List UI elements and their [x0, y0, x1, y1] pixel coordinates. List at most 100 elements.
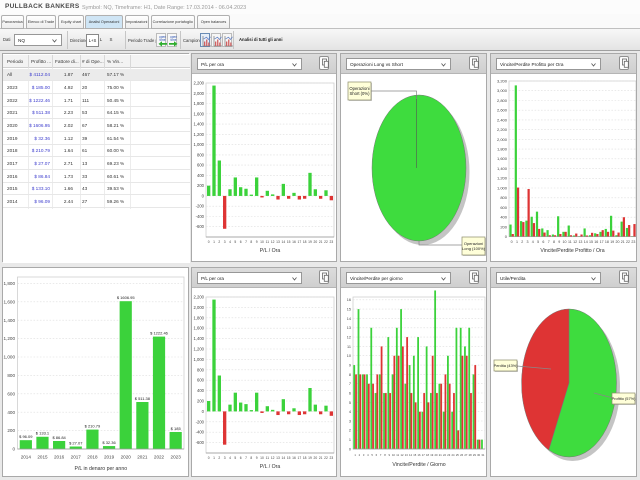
- svg-text:15: 15: [287, 456, 291, 460]
- svg-text:28: 28: [469, 453, 472, 457]
- svg-text:21: 21: [439, 453, 442, 457]
- svg-text:19: 19: [308, 456, 312, 460]
- svg-text:23: 23: [329, 240, 333, 244]
- svg-text:2018: 2018: [87, 455, 98, 460]
- svg-text:Vincite/Perdite Profitto / Ora: Vincite/Perdite Profitto / Ora: [540, 248, 604, 254]
- svg-text:1,200: 1,200: [497, 176, 508, 181]
- svg-text:-200: -200: [196, 204, 205, 209]
- svg-text:0: 0: [208, 240, 210, 244]
- svg-text:600: 600: [197, 163, 205, 168]
- svg-text:15: 15: [589, 240, 593, 244]
- svg-text:10: 10: [392, 453, 395, 457]
- svg-text:Short (0%): Short (0%): [349, 91, 370, 96]
- svg-text:200: 200: [500, 224, 507, 229]
- svg-text:2: 2: [359, 453, 361, 457]
- svg-text:1,400: 1,400: [497, 166, 508, 171]
- svg-text:0: 0: [202, 193, 205, 198]
- svg-text:4: 4: [367, 453, 369, 457]
- svg-text:0: 0: [202, 409, 205, 414]
- svg-text:13: 13: [347, 326, 351, 330]
- svg-text:7: 7: [380, 453, 382, 457]
- svg-text:15: 15: [347, 308, 351, 312]
- svg-text:$ 133.1: $ 133.1: [36, 431, 50, 436]
- svg-text:6: 6: [542, 240, 544, 244]
- svg-text:1: 1: [516, 240, 518, 244]
- svg-text:13: 13: [276, 456, 280, 460]
- svg-text:12: 12: [400, 453, 403, 457]
- svg-text:1: 1: [349, 438, 351, 442]
- svg-text:2015: 2015: [37, 455, 48, 460]
- svg-text:-400: -400: [196, 214, 205, 219]
- svg-text:time: time: [159, 38, 165, 42]
- svg-text:200: 200: [7, 428, 15, 433]
- svg-text:400: 400: [7, 410, 15, 415]
- svg-text:5: 5: [349, 401, 351, 405]
- svg-text:2,000: 2,000: [194, 305, 205, 310]
- svg-text:4: 4: [229, 240, 231, 244]
- svg-text:200: 200: [197, 399, 205, 404]
- svg-text:3: 3: [527, 240, 529, 244]
- svg-text:18: 18: [426, 453, 429, 457]
- svg-text:3: 3: [363, 453, 365, 457]
- svg-text:15: 15: [413, 453, 416, 457]
- svg-text:3,000: 3,000: [497, 88, 508, 93]
- svg-text:4: 4: [229, 456, 231, 460]
- svg-text:8: 8: [250, 240, 252, 244]
- svg-text:-600: -600: [196, 224, 205, 229]
- svg-text:20: 20: [435, 453, 438, 457]
- svg-text:1,000: 1,000: [497, 185, 508, 190]
- svg-text:2,200: 2,200: [194, 295, 205, 300]
- svg-text:9: 9: [388, 453, 390, 457]
- svg-text:5: 5: [234, 456, 236, 460]
- svg-text:3,200: 3,200: [497, 78, 508, 83]
- svg-text:2,200: 2,200: [194, 81, 205, 86]
- svg-text:1,600: 1,600: [194, 326, 205, 331]
- svg-text:P/L in denaro per anno: P/L in denaro per anno: [75, 466, 128, 472]
- svg-text:13: 13: [405, 453, 408, 457]
- svg-text:12: 12: [271, 456, 275, 460]
- svg-text:$ 511.38: $ 511.38: [135, 396, 151, 401]
- svg-text:800: 800: [197, 367, 205, 372]
- svg-text:2,200: 2,200: [497, 127, 508, 132]
- svg-text:14: 14: [281, 456, 285, 460]
- svg-text:11: 11: [347, 345, 351, 349]
- svg-text:400: 400: [197, 388, 205, 393]
- svg-text:22: 22: [324, 240, 328, 244]
- svg-text:1,600: 1,600: [4, 299, 16, 304]
- svg-text:1,200: 1,200: [4, 336, 16, 341]
- svg-text:2014: 2014: [21, 455, 32, 460]
- svg-text:11: 11: [266, 456, 270, 460]
- svg-text:3: 3: [224, 456, 226, 460]
- svg-text:5: 5: [537, 240, 539, 244]
- svg-text:17: 17: [600, 240, 604, 244]
- svg-text:2019: 2019: [104, 455, 115, 460]
- svg-text:$ 210.79: $ 210.79: [85, 423, 101, 428]
- svg-text:9: 9: [558, 240, 560, 244]
- svg-text:18: 18: [605, 240, 609, 244]
- svg-text:14: 14: [281, 240, 285, 244]
- svg-text:22: 22: [626, 240, 630, 244]
- svg-text:2020: 2020: [121, 455, 132, 460]
- svg-text:2,000: 2,000: [497, 137, 508, 142]
- svg-text:4: 4: [532, 240, 534, 244]
- svg-text:800: 800: [7, 373, 15, 378]
- svg-text:1,000: 1,000: [194, 357, 205, 362]
- svg-text:21: 21: [621, 240, 625, 244]
- svg-text:2: 2: [218, 456, 220, 460]
- svg-text:7: 7: [245, 240, 247, 244]
- svg-text:14: 14: [584, 240, 588, 244]
- svg-text:0: 0: [349, 447, 351, 451]
- svg-text:Perdita (43%): Perdita (43%): [494, 363, 518, 368]
- svg-text:19: 19: [308, 240, 312, 244]
- svg-text:31: 31: [481, 453, 484, 457]
- svg-text:16: 16: [418, 453, 421, 457]
- svg-text:1,400: 1,400: [194, 336, 205, 341]
- svg-text:20: 20: [313, 456, 317, 460]
- svg-text:$ 1606.95: $ 1606.95: [117, 295, 136, 300]
- svg-text:23: 23: [447, 453, 450, 457]
- svg-text:8: 8: [384, 453, 386, 457]
- svg-text:29: 29: [473, 453, 476, 457]
- svg-text:-400: -400: [196, 430, 205, 435]
- svg-text:6: 6: [240, 456, 242, 460]
- svg-text:1,200: 1,200: [194, 347, 205, 352]
